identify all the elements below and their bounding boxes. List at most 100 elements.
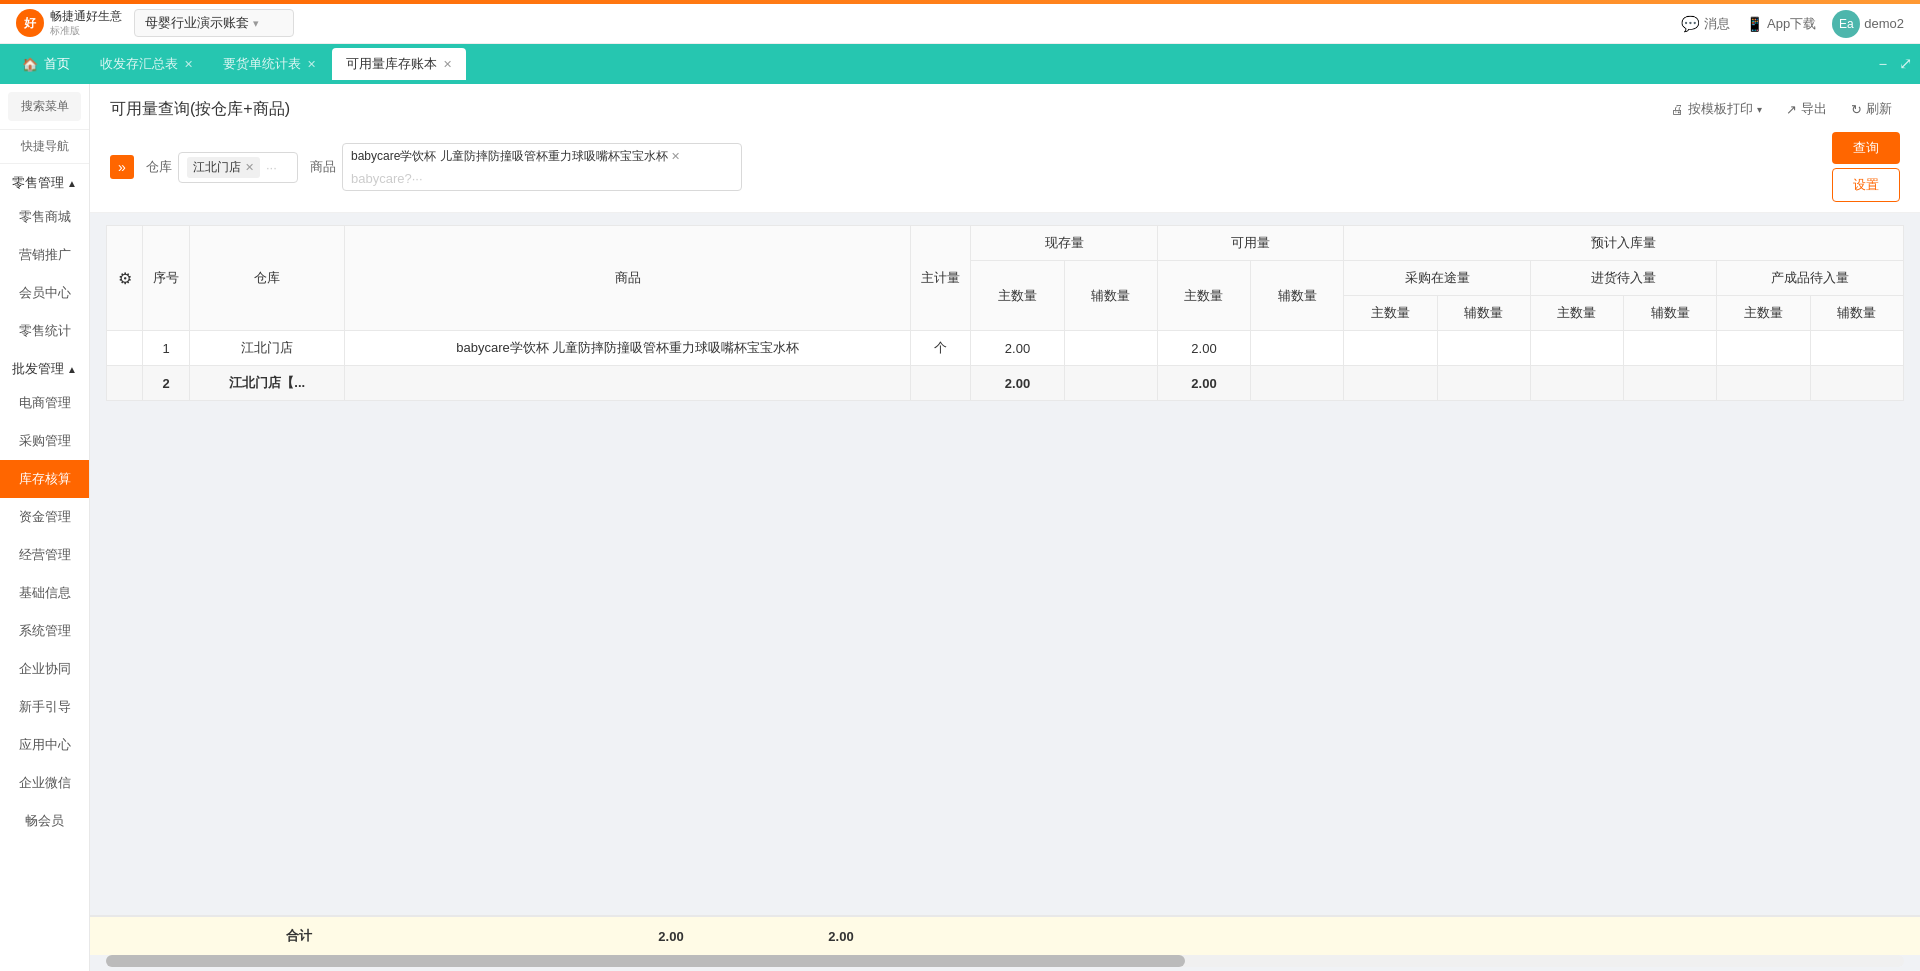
chevron-icon2: ▲ [67, 364, 77, 375]
sidebar-item-member-center[interactable]: 会员中心 [0, 274, 89, 312]
filter-toggle-btn[interactable]: » [110, 155, 134, 179]
main-layout: 搜索菜单 快捷导航 零售管理 ▲ 零售商城 营销推广 会员中心 零售统计 批发管… [0, 84, 1920, 971]
home-icon: 🏠 [22, 57, 38, 72]
refresh-btn[interactable]: ↻ 刷新 [1843, 96, 1900, 122]
username: demo2 [1864, 16, 1904, 31]
row1-current-main: 2.00 [971, 331, 1064, 366]
avatar-text: Ea [1839, 17, 1854, 31]
product-filter-input[interactable]: babycare学饮杯 儿童防摔防撞吸管杯重力球吸嘴杯宝宝水杯 ✕ babyca… [342, 143, 742, 191]
th-avail-sub: 辅数量 [1251, 261, 1344, 331]
sidebar-item-retail-stats[interactable]: 零售统计 [0, 312, 89, 350]
user-profile[interactable]: Ea demo2 [1832, 10, 1904, 38]
warehouse-tag-jiangbei: 江北门店 ✕ [187, 157, 260, 178]
settings-button[interactable]: 设置 [1832, 168, 1900, 202]
row2-current-main: 2.00 [971, 366, 1064, 401]
sidebar-item-finance[interactable]: 资金管理 [0, 498, 89, 536]
th-purchase-transit: 采购在途量 [1344, 261, 1531, 296]
query-button[interactable]: 查询 [1832, 132, 1900, 164]
tab-available-inventory[interactable]: 可用量库存账本 ✕ [332, 48, 466, 80]
horizontal-scrollbar[interactable] [106, 955, 1185, 967]
sidebar-item-inventory-check[interactable]: 库存核算 [0, 460, 89, 498]
quick-nav-btn[interactable]: 快捷导航 [0, 130, 89, 164]
sidebar-item-retail-management[interactable]: 零售管理 ▲ [0, 164, 89, 198]
sidebar-search-area: 搜索菜单 [0, 84, 89, 130]
tab-receive-close[interactable]: ✕ [184, 58, 193, 71]
tab-order-close[interactable]: ✕ [307, 58, 316, 71]
warehouse-filter-group: 仓库 江北门店 ✕ ··· [146, 152, 298, 183]
th-pp-sub: 辅数量 [1624, 296, 1717, 331]
product-tag-1: babycare学饮杯 儿童防摔防撞吸管杯重力球吸嘴杯宝宝水杯 ✕ [351, 148, 680, 165]
sidebar-item-basic-info[interactable]: 基础信息 [0, 574, 89, 612]
search-menu-btn[interactable]: 搜索菜单 [8, 92, 81, 121]
retail-management-label: 零售管理 [12, 174, 64, 192]
th-pt-sub: 辅数量 [1437, 296, 1530, 331]
sidebar-item-purchase[interactable]: 采购管理 [0, 422, 89, 460]
row2-warehouse: 江北门店【... [190, 366, 345, 401]
row2-pt-main [1344, 366, 1437, 401]
row1-pp-main [1530, 331, 1623, 366]
row1-product: babycare学饮杯 儿童防摔防撞吸管杯重力球吸嘴杯宝宝水杯 [345, 331, 911, 366]
chevron-down-icon2: ▾ [1757, 104, 1762, 115]
sidebar-item-retail-mall[interactable]: 零售商城 [0, 198, 89, 236]
tab-available-label: 可用量库存账本 [346, 55, 437, 73]
warehouse-tag-close[interactable]: ✕ [245, 161, 254, 174]
warehouse-tag-text: 江北门店 [193, 159, 241, 176]
row1-settings [107, 331, 143, 366]
refresh-icon: ↻ [1851, 102, 1862, 117]
sidebar-item-marketing[interactable]: 营销推广 [0, 236, 89, 274]
row1-prp-sub [1810, 331, 1903, 366]
th-unit: 主计量 [911, 226, 971, 331]
print-template-btn[interactable]: 🖨 按模板打印 ▾ [1663, 96, 1770, 122]
top-bar-right: 💬 消息 📱 App下载 Ea demo2 [1681, 10, 1904, 38]
row2-unit [911, 366, 971, 401]
table-row: 2 江北门店【... 2.00 2.00 [107, 366, 1904, 401]
warehouse-filter-label: 仓库 [146, 158, 172, 176]
row2-avail-sub [1251, 366, 1344, 401]
sidebar-item-wholesale-management[interactable]: 批发管理 ▲ [0, 350, 89, 384]
row1-current-sub [1064, 331, 1157, 366]
th-pp-main: 主数量 [1530, 296, 1623, 331]
app-download-btn[interactable]: 📱 App下载 [1746, 15, 1816, 33]
export-btn[interactable]: ↗ 导出 [1778, 96, 1835, 122]
th-warehouse: 仓库 [190, 226, 345, 331]
sidebar-item-enterprise[interactable]: 企业协同 [0, 650, 89, 688]
filter-bar: » 仓库 江北门店 ✕ ··· 商品 babycare学饮杯 儿童防摔防撞吸管杯… [90, 122, 1920, 213]
industry-selector[interactable]: 母婴行业演示账套 ▾ [134, 9, 294, 37]
footer-avail-main: 2.00 [796, 929, 886, 944]
print-icon: 🖨 [1671, 102, 1684, 117]
table-row: 1 江北门店 babycare学饮杯 儿童防摔防撞吸管杯重力球吸嘴杯宝宝水杯 个… [107, 331, 1904, 366]
sidebar-item-ecommerce[interactable]: 电商管理 [0, 384, 89, 422]
th-avail-main: 主数量 [1157, 261, 1250, 331]
row1-avail-main: 2.00 [1157, 331, 1250, 366]
th-product-pending: 产成品待入量 [1717, 261, 1904, 296]
tab-available-close[interactable]: ✕ [443, 58, 452, 71]
footer-label: 合计 [286, 927, 566, 945]
message-btn[interactable]: 💬 消息 [1681, 15, 1730, 33]
row2-prp-sub [1810, 366, 1903, 401]
row1-avail-sub [1251, 331, 1344, 366]
sidebar-item-wechat[interactable]: 企业微信 [0, 764, 89, 802]
th-settings-icon[interactable]: ⚙ [107, 226, 143, 331]
sidebar-item-tutorial[interactable]: 新手引导 [0, 688, 89, 726]
industry-selector-label: 母婴行业演示账套 [145, 14, 249, 32]
tab-order-label: 要货单统计表 [223, 55, 301, 73]
top-bar: 好 畅捷通好生意 标准版 母婴行业演示账套 ▾ 💬 消息 📱 App下载 Ea … [0, 4, 1920, 44]
sidebar-item-operations[interactable]: 经营管理 [0, 536, 89, 574]
minimize-btn[interactable]: － [1875, 54, 1891, 75]
tab-order-stats[interactable]: 要货单统计表 ✕ [209, 48, 330, 80]
chevron-icon: ▲ [67, 178, 77, 189]
sidebar-item-member[interactable]: 畅会员 [0, 802, 89, 840]
row2-pp-main [1530, 366, 1623, 401]
th-current-main: 主数量 [971, 261, 1064, 331]
app-name: 畅捷通好生意 [50, 9, 122, 23]
th-product: 商品 [345, 226, 911, 331]
tab-home[interactable]: 🏠 首页 [8, 48, 84, 80]
warehouse-filter-input[interactable]: 江北门店 ✕ ··· [178, 152, 298, 183]
maximize-btn[interactable]: ⤢ [1899, 54, 1912, 75]
sidebar-item-app-center[interactable]: 应用中心 [0, 726, 89, 764]
sidebar-item-system[interactable]: 系统管理 [0, 612, 89, 650]
app-subtitle: 标准版 [50, 24, 122, 38]
phone-icon: 📱 [1746, 16, 1763, 32]
tab-receive-summary[interactable]: 收发存汇总表 ✕ [86, 48, 207, 80]
product-tag-1-close[interactable]: ✕ [671, 150, 680, 163]
